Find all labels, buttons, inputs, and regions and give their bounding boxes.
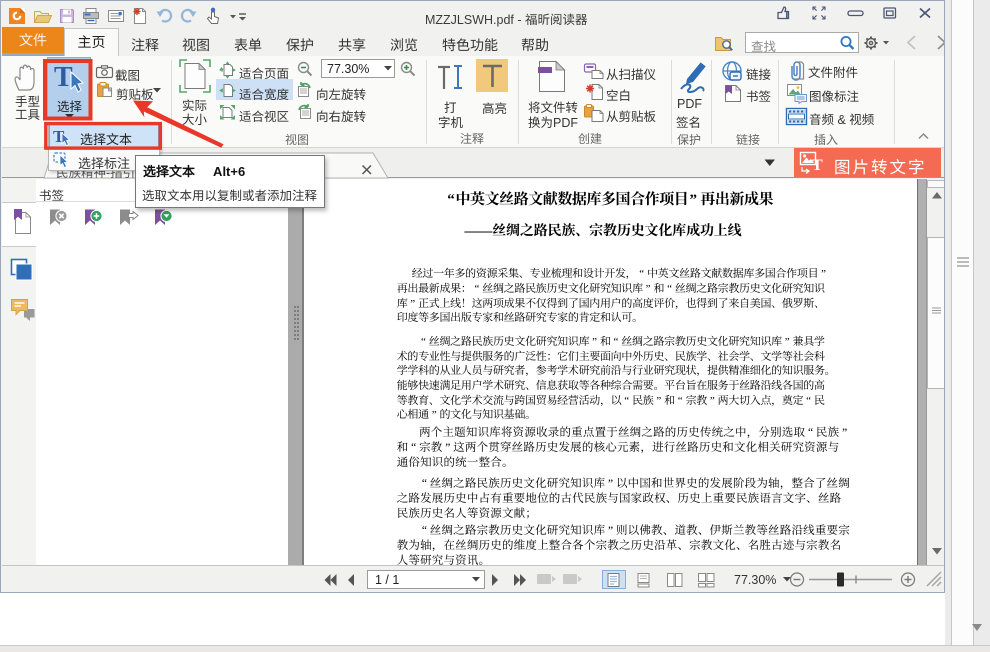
svg-text:T: T: [812, 157, 823, 174]
